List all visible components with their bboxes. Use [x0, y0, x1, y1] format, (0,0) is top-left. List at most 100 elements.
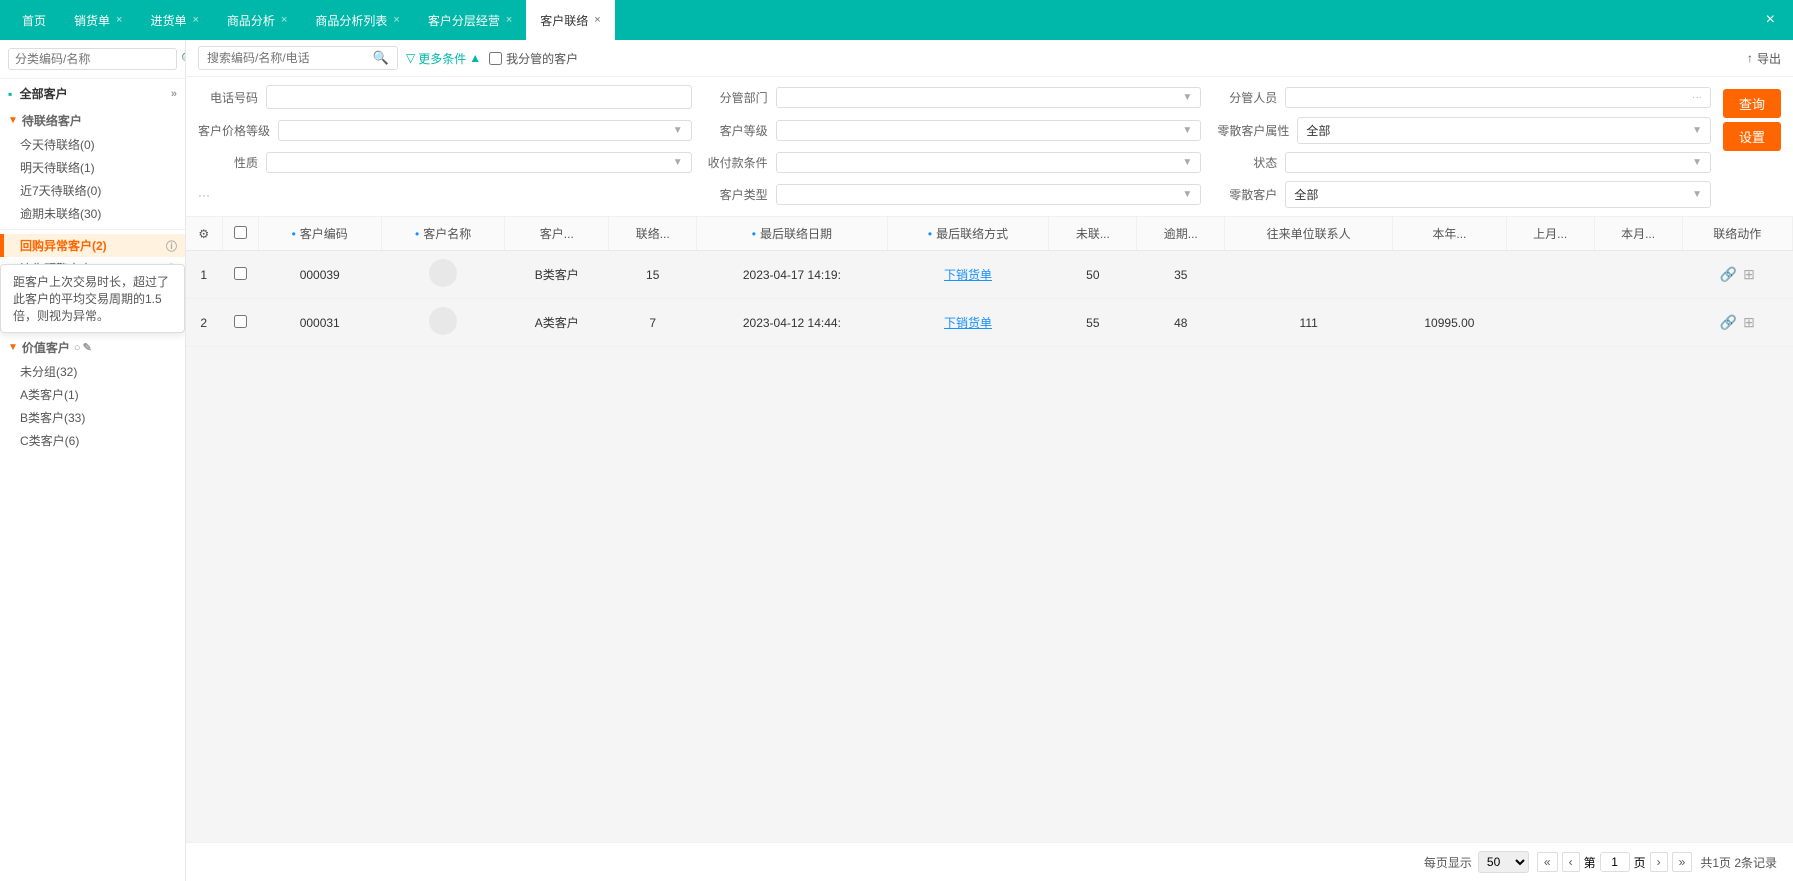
manager-more-icon: ··· [1692, 92, 1702, 103]
table-wrapper: ⚙ • 客户编码 [186, 217, 1793, 842]
nav-home[interactable]: 首页 [8, 0, 60, 40]
row1-current-month [1594, 251, 1682, 299]
th-checkbox[interactable] [222, 217, 258, 251]
nature-arrow-icon: ▼ [673, 157, 683, 168]
row2-contact-method-link[interactable]: 下销货单 [944, 316, 992, 330]
row2-last-contact-method[interactable]: 下销货单 [887, 299, 1049, 347]
customer-type-select[interactable]: ▼ [776, 184, 1202, 205]
close-product-analysis-icon[interactable]: × [281, 14, 287, 26]
sidebar-item-repurchase-anomaly[interactable]: 回购异常客户(2) ⓘ [0, 234, 185, 257]
more-dots[interactable]: ··· [198, 188, 210, 202]
content-area: 🔍 ▽ 更多条件 ▲ 我分管的客户 ↑ 导出 [186, 40, 1793, 881]
sidebar-item-today-pending[interactable]: 今天待联络(0) [0, 133, 185, 156]
sidebar-item-unclassified[interactable]: 未分组(32) [0, 360, 185, 383]
search-box: 🔍 [198, 46, 398, 70]
settings-button[interactable]: 设置 [1723, 122, 1781, 151]
sidebar-item-class-a[interactable]: A类客户(1) [0, 383, 185, 406]
row1-contact-method-link[interactable]: 下销货单 [944, 268, 992, 282]
row1-check[interactable] [222, 251, 258, 299]
filter-row-nature: 性质 ▼ [198, 152, 692, 173]
close-customer-contact-icon[interactable]: × [594, 14, 600, 26]
total-records-info: 共1页 2条记录 [1700, 854, 1777, 871]
price-level-arrow-icon: ▼ [673, 125, 683, 136]
status-arrow-icon: ▼ [1692, 157, 1702, 168]
value-customers-circle-icon[interactable]: ○ [74, 342, 81, 354]
page-number-input[interactable] [1600, 852, 1630, 872]
sidebar-item-7days-pending[interactable]: 近7天待联络(0) [0, 179, 185, 202]
my-customers-filter: 我分管的客户 [489, 50, 578, 67]
sidebar-search-area: 🔍 [0, 40, 185, 79]
row2-link-icon[interactable]: 🔗 [1720, 314, 1737, 331]
status-select[interactable]: ▼ [1285, 152, 1711, 173]
row1-last-contact-method[interactable]: 下销货单 [887, 251, 1049, 299]
dept-arrow-icon: ▼ [1182, 92, 1192, 103]
table-row: 2 000031 A类客户 7 2023-04-12 14:44: [186, 299, 1793, 347]
more-conditions-btn[interactable]: ▽ 更多条件 ▲ [406, 50, 481, 67]
prev-page-btn[interactable]: ‹ [1562, 852, 1580, 872]
zero-attr-select[interactable]: 全部 ▼ [1297, 117, 1711, 144]
row1-avatar [429, 259, 457, 287]
nav-customer-contact[interactable]: 客户联络 × [526, 0, 614, 40]
close-sales-order-icon[interactable]: × [116, 14, 122, 26]
per-page-select[interactable]: 50 20 100 [1478, 851, 1529, 873]
customer-level-select[interactable]: ▼ [776, 120, 1202, 141]
filter-row-price-level: 客户价格等级 ▼ [198, 117, 692, 144]
row2-check[interactable] [222, 299, 258, 347]
th-customer-code: • 客户编码 [258, 217, 381, 251]
close-product-analysis-list-icon[interactable]: × [393, 14, 399, 26]
sidebar-all-customers[interactable]: ▪ 全部客户 » [0, 79, 185, 108]
nav-customer-segmentation[interactable]: 客户分层经营 × [414, 0, 526, 40]
main-search-input[interactable] [207, 51, 373, 65]
dept-select[interactable]: ▼ [776, 87, 1202, 108]
page-end-label: 页 [1634, 854, 1646, 871]
nature-select[interactable]: ▼ [266, 152, 692, 173]
th-settings[interactable]: ⚙ [186, 217, 222, 251]
nav-sales-order[interactable]: 销货单 × [60, 0, 136, 40]
phone-input[interactable] [266, 85, 692, 109]
close-customer-segmentation-icon[interactable]: × [506, 14, 512, 26]
sidebar-item-overdue-uncontacted[interactable]: 逾期未联络(30) [0, 202, 185, 225]
window-close-button[interactable]: × [1756, 11, 1785, 29]
query-button[interactable]: 查询 [1723, 89, 1781, 118]
nav-purchase-order[interactable]: 进货单 × [136, 0, 212, 40]
sidebar-search-icon[interactable]: 🔍 [181, 52, 186, 66]
row2-overdue: 48 [1137, 299, 1225, 347]
sidebar-value-customers-group[interactable]: ▼ 价值客户 ○ ✎ [0, 335, 185, 360]
table-settings-icon[interactable]: ⚙ [198, 227, 209, 241]
export-button[interactable]: ↑ 导出 [1747, 50, 1781, 67]
sidebar-item-class-c[interactable]: C类客户(6) [0, 429, 185, 452]
row1-contact-count: 15 [609, 251, 697, 299]
zero-customer-value: 全部 [1294, 186, 1318, 203]
row1-link-icon[interactable]: 🔗 [1720, 266, 1737, 283]
select-all-checkbox[interactable] [234, 226, 247, 239]
status-label: 状态 [1217, 154, 1277, 171]
sidebar-search-input[interactable] [8, 48, 177, 70]
first-page-btn[interactable]: « [1537, 852, 1558, 872]
manager-select[interactable]: ··· [1285, 87, 1711, 108]
main-search-icon[interactable]: 🔍 [373, 50, 389, 66]
value-customers-edit-icon[interactable]: ✎ [83, 341, 92, 354]
row2-name [381, 299, 504, 347]
zero-customer-select[interactable]: 全部 ▼ [1285, 181, 1711, 208]
nav-product-analysis[interactable]: 商品分析 × [213, 0, 301, 40]
nav-product-analysis-list[interactable]: 商品分析列表 × [301, 0, 413, 40]
row1-grid-icon[interactable]: ⊞ [1743, 266, 1755, 283]
my-customers-checkbox[interactable] [489, 52, 502, 65]
price-level-select[interactable]: ▼ [278, 120, 692, 141]
payment-select[interactable]: ▼ [776, 152, 1202, 173]
row2-type: A类客户 [505, 299, 609, 347]
next-page-btn[interactable]: › [1650, 852, 1668, 872]
close-purchase-order-icon[interactable]: × [192, 14, 198, 26]
row1-checkbox[interactable] [234, 267, 247, 280]
row2-last-contact-date: 2023-04-12 14:44: [697, 299, 887, 347]
last-page-btn[interactable]: » [1672, 852, 1693, 872]
row2-checkbox[interactable] [234, 315, 247, 328]
sidebar-pending-contact-group[interactable]: ▼ 待联络客户 [0, 108, 185, 133]
customer-table: ⚙ • 客户编码 [186, 217, 1793, 347]
sidebar-collapse-icon[interactable]: » [171, 88, 177, 100]
sidebar-item-tomorrow-pending[interactable]: 明天待联络(1) [0, 156, 185, 179]
filter-row-customer-type: 客户类型 ▼ [708, 181, 1202, 208]
repurchase-anomaly-info-icon[interactable]: ⓘ [166, 238, 177, 254]
row2-grid-icon[interactable]: ⊞ [1743, 314, 1755, 331]
sidebar-item-class-b[interactable]: B类客户(33) [0, 406, 185, 429]
